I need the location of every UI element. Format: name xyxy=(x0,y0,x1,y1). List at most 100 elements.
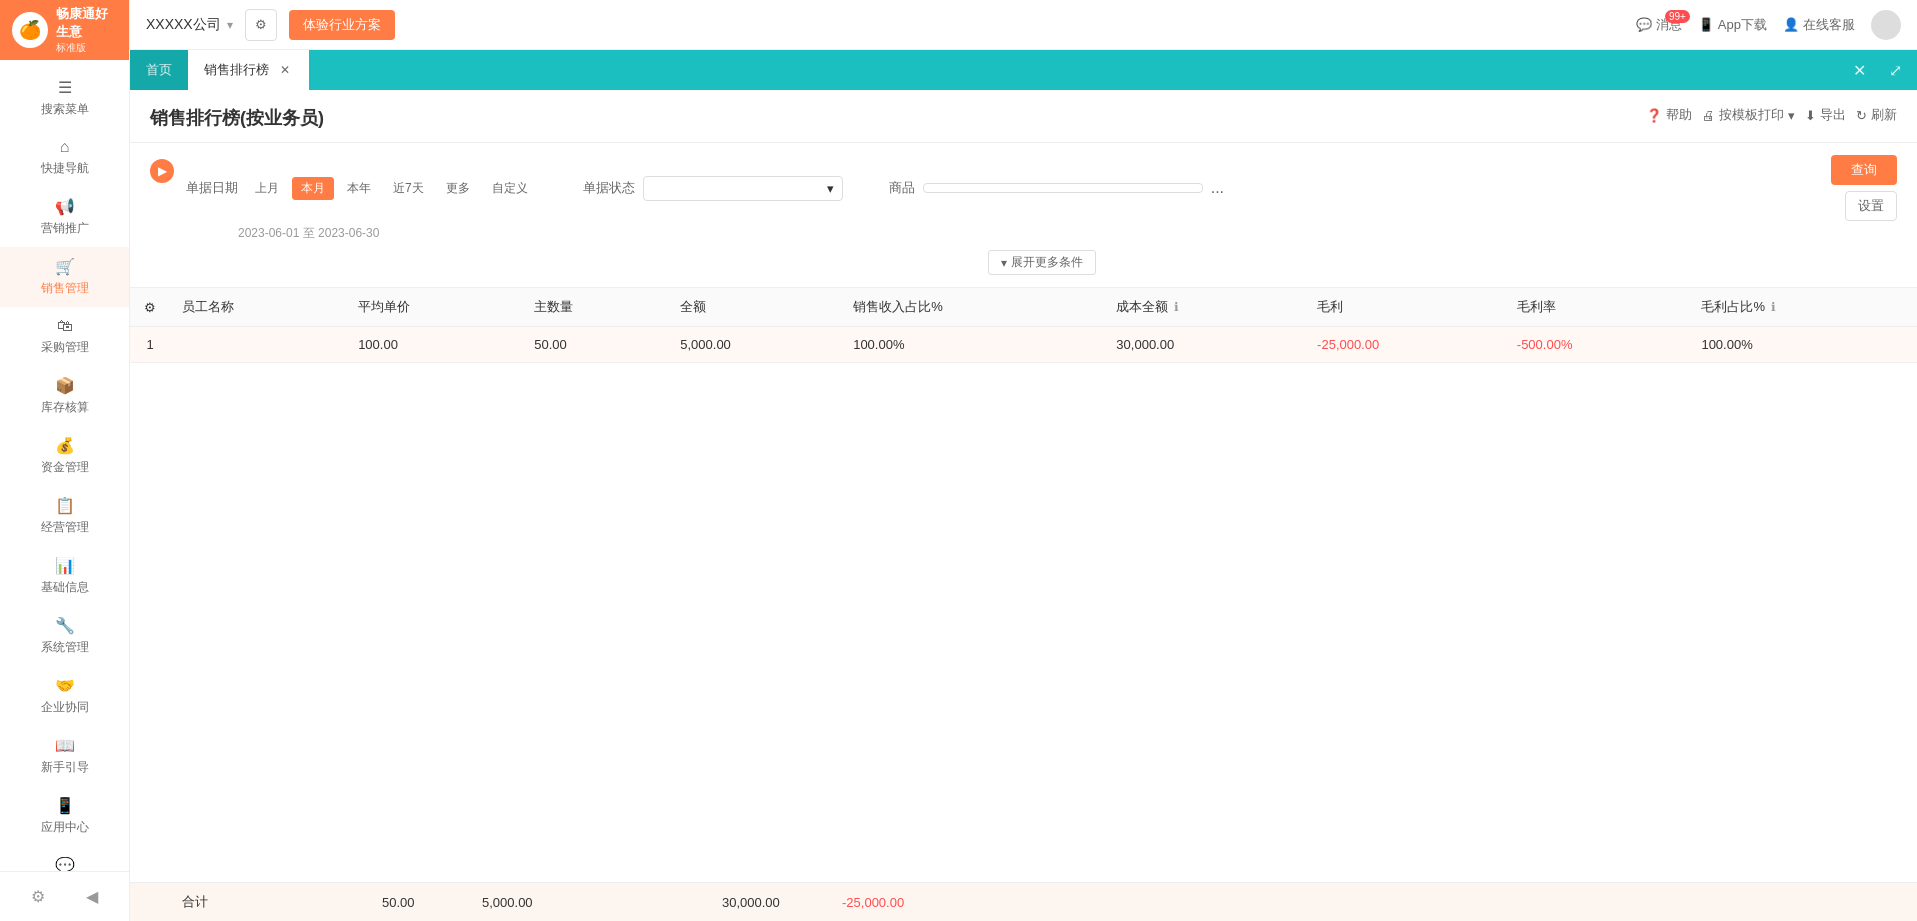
sidebar-item-system[interactable]: 🔧 系统管理 xyxy=(0,606,129,666)
finance-icon: 💰 xyxy=(55,436,75,455)
print-btn[interactable]: 🖨 按模板打印 ▾ xyxy=(1702,106,1795,124)
th-name: 员工名称 xyxy=(170,288,346,327)
help-icon: ❓ xyxy=(1646,108,1662,123)
sidebar-item-marketing[interactable]: 📢 营销推广 xyxy=(0,187,129,247)
sidebar-label-enterprise-collab: 企业协同 xyxy=(41,699,89,716)
sidebar-item-sales[interactable]: 🛒 销售管理 xyxy=(0,247,129,307)
status-select[interactable]: ▾ xyxy=(643,176,843,201)
tab-close-icon[interactable]: ✕ xyxy=(277,62,293,78)
purchase-icon: 🛍 xyxy=(57,317,73,335)
sidebar-item-quick-nav[interactable]: ⌂ 快捷导航 xyxy=(0,128,129,187)
app-download-label: App下载 xyxy=(1718,16,1767,34)
table-row: 1 100.00 50.00 5,000.00 100.00% 30,000.0… xyxy=(130,327,1917,363)
app-download-btn[interactable]: 📱 App下载 xyxy=(1698,16,1767,34)
sidebar-label-basic-info: 基础信息 xyxy=(41,579,89,596)
sidebar-label-app-center: 应用中心 xyxy=(41,819,89,836)
tab-sales-ranking[interactable]: 销售排行榜 ✕ xyxy=(188,50,309,90)
message-icon: 💬 xyxy=(1636,17,1652,32)
th-cost: 成本全额 ℹ xyxy=(1104,288,1305,327)
help-btn[interactable]: ❓ 帮助 xyxy=(1646,106,1692,124)
quick-nav-icon: ⌂ xyxy=(60,138,70,156)
footer-qty: 50.00 xyxy=(382,895,482,910)
cell-avg-price: 100.00 xyxy=(346,327,522,363)
date-range-display: 2023-06-01 至 2023-06-30 xyxy=(238,226,379,240)
table-header-row: ⚙ 员工名称 平均单价 主数量 全额 销售收入占比% 成本全额 ℹ 毛利 毛利率… xyxy=(130,288,1917,327)
date-btn-current-month[interactable]: 本月 xyxy=(292,177,334,200)
tab-close-all-icon[interactable]: ✕ xyxy=(1845,56,1873,84)
cell-gross-rate: -500.00% xyxy=(1505,327,1690,363)
sidebar-settings-icon[interactable]: ⚙ xyxy=(31,887,45,906)
tab-bar-actions: ✕ ⤢ xyxy=(1845,56,1917,84)
settings-icon: ⚙ xyxy=(255,17,267,32)
cell-gross: -25,000.00 xyxy=(1305,327,1505,363)
logo-sub: 标准版 xyxy=(56,41,117,55)
cell-rank: 1 xyxy=(130,327,170,363)
date-btn-prev-month[interactable]: 上月 xyxy=(246,177,288,200)
guide-icon: 📖 xyxy=(55,736,75,755)
trial-button[interactable]: 体验行业方案 xyxy=(289,10,395,40)
print-icon: 🖨 xyxy=(1702,108,1715,123)
sidebar-nav: ☰ 搜索菜单 ⌂ 快捷导航 📢 营销推广 🛒 销售管理 🛍 采购管理 📦 库存核… xyxy=(0,60,129,871)
company-name: XXXXX公司 xyxy=(146,16,221,34)
sidebar-item-inventory[interactable]: 📦 库存核算 xyxy=(0,366,129,426)
date-range-buttons: 上月 本月 本年 近7天 更多 自定义 xyxy=(246,177,537,200)
sidebar-label-guide: 新手引导 xyxy=(41,759,89,776)
company-selector[interactable]: XXXXX公司 ▾ xyxy=(146,16,233,34)
messages-btn[interactable]: 💬 消息 99+ xyxy=(1636,16,1682,34)
message-badge: 99+ xyxy=(1665,10,1690,23)
sidebar-item-finance[interactable]: 💰 资金管理 xyxy=(0,426,129,486)
enterprise-wechat-icon: 💬 xyxy=(55,856,75,871)
date-btn-7days[interactable]: 近7天 xyxy=(384,177,433,200)
date-filter: 单据日期 上月 本月 本年 近7天 更多 自定义 xyxy=(186,177,537,200)
print-label: 按模板打印 xyxy=(1719,106,1784,124)
status-filter: 单据状态 ▾ xyxy=(583,176,843,201)
th-avg-price: 平均单价 xyxy=(346,288,522,327)
header-settings-btn[interactable]: ⚙ xyxy=(245,9,277,41)
query-button[interactable]: 查询 xyxy=(1831,155,1897,185)
cell-sales-pct: 100.00% xyxy=(841,327,1104,363)
tab-expand-icon[interactable]: ⤢ xyxy=(1881,56,1909,84)
goods-input[interactable] xyxy=(923,183,1203,193)
sidebar-item-business[interactable]: 📋 经营管理 xyxy=(0,486,129,546)
filter-area: ▶ 单据日期 上月 本月 本年 近7天 更多 自定义 xyxy=(130,143,1917,288)
goods-label: 商品 xyxy=(889,179,915,197)
online-service-btn[interactable]: 👤 在线客服 xyxy=(1783,16,1855,34)
status-chevron-icon: ▾ xyxy=(827,181,834,196)
filter-arrow-btn[interactable]: ▶ xyxy=(150,159,174,183)
th-gross-pct: 毛利占比% ℹ xyxy=(1689,288,1917,327)
date-btn-current-year[interactable]: 本年 xyxy=(338,177,380,200)
tab-bar: 首页 销售排行榜 ✕ ✕ ⤢ xyxy=(130,50,1917,90)
page-title: 销售排行榜(按业务员) xyxy=(150,106,324,142)
main-area: XXXXX公司 ▾ ⚙ 体验行业方案 💬 消息 99+ 📱 App下载 👤 在线… xyxy=(130,0,1917,921)
date-btn-more[interactable]: 更多 xyxy=(437,177,479,200)
user-avatar[interactable] xyxy=(1871,10,1901,40)
top-header: XXXXX公司 ▾ ⚙ 体验行业方案 💬 消息 99+ 📱 App下载 👤 在线… xyxy=(130,0,1917,50)
sidebar-label-quick-nav: 快捷导航 xyxy=(41,160,89,177)
logo-main: 畅康通好生意 xyxy=(56,5,117,41)
sidebar-collapse-icon[interactable]: ◀ xyxy=(86,887,98,906)
sidebar-item-guide[interactable]: 📖 新手引导 xyxy=(0,726,129,786)
table-settings-icon[interactable]: ⚙ xyxy=(144,300,156,315)
cost-info-icon: ℹ xyxy=(1174,300,1179,314)
sidebar-item-enterprise-wechat[interactable]: 💬 企业微信 xyxy=(0,846,129,871)
sidebar-item-enterprise-collab[interactable]: 🤝 企业协同 xyxy=(0,666,129,726)
date-btn-custom[interactable]: 自定义 xyxy=(483,177,537,200)
sidebar-item-search[interactable]: ☰ 搜索菜单 xyxy=(0,68,129,128)
business-icon: 📋 xyxy=(55,496,75,515)
sidebar-item-app-center[interactable]: 📱 应用中心 xyxy=(0,786,129,846)
export-btn[interactable]: ⬇ 导出 xyxy=(1805,106,1846,124)
more-dots-icon[interactable]: ... xyxy=(1211,179,1224,197)
goods-filter: 商品 ... xyxy=(889,179,1224,197)
settings-small-button[interactable]: 设置 xyxy=(1845,191,1897,221)
cell-qty: 50.00 xyxy=(522,327,668,363)
refresh-btn[interactable]: ↻ 刷新 xyxy=(1856,106,1897,124)
sidebar-item-basic-info[interactable]: 📊 基础信息 xyxy=(0,546,129,606)
th-gross: 毛利 xyxy=(1305,288,1505,327)
tab-home[interactable]: 首页 xyxy=(130,50,188,90)
filter-row: 单据日期 上月 本月 本年 近7天 更多 自定义 xyxy=(186,155,1897,221)
sidebar-item-purchase[interactable]: 🛍 采购管理 xyxy=(0,307,129,366)
header-right: 💬 消息 99+ 📱 App下载 👤 在线客服 xyxy=(1636,10,1901,40)
chevron-down-expand-icon: ▾ xyxy=(1001,256,1007,270)
expand-conditions-btn[interactable]: ▾ 展开更多条件 xyxy=(988,250,1096,275)
expand-btn-label: 展开更多条件 xyxy=(1011,254,1083,271)
